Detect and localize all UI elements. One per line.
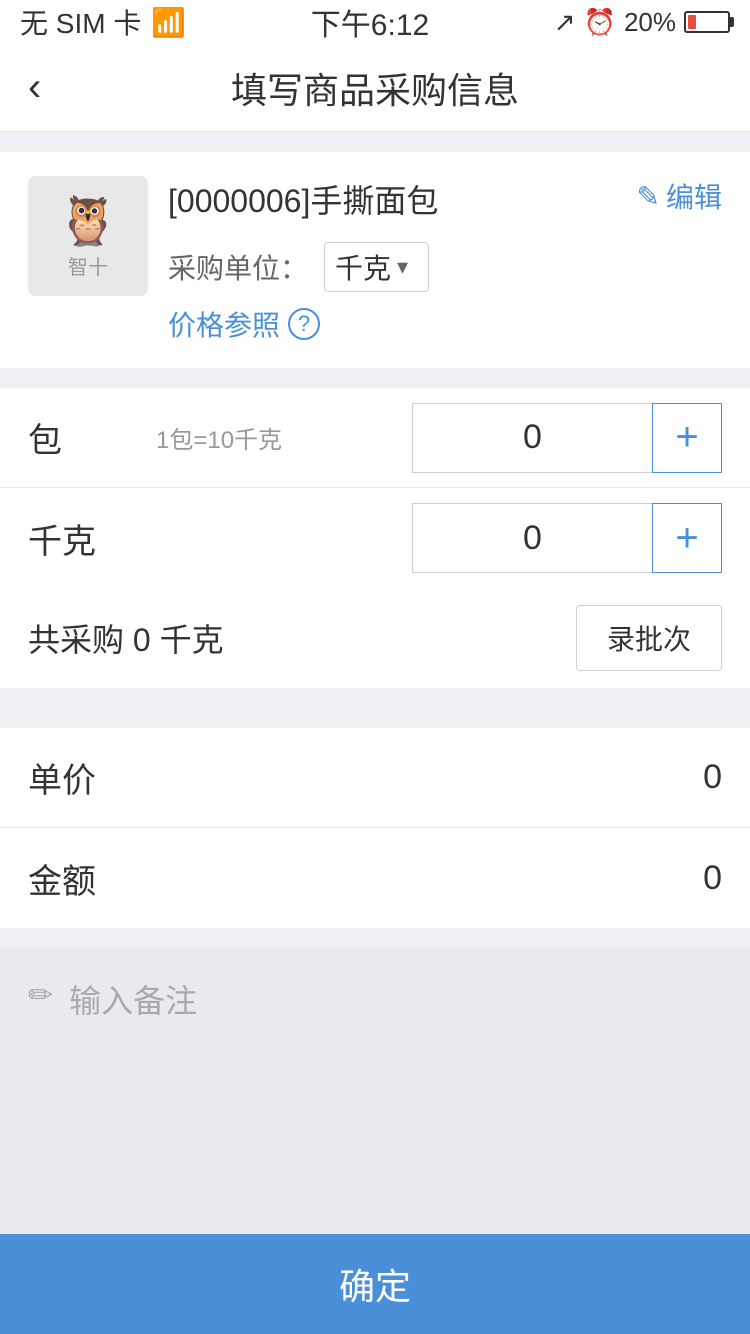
bag-input-right: + [412, 403, 722, 473]
status-time: 下午6:12 [311, 0, 429, 44]
nav-title: 填写商品采购信息 [231, 62, 519, 114]
product-image: 🦉 智十 [28, 176, 148, 296]
kg-label: 千克 [28, 514, 148, 563]
edit-button[interactable]: ✎ 编辑 [637, 176, 722, 216]
unit-value: 千克 [335, 247, 391, 287]
amount-row: 金额 0 [0, 828, 750, 928]
status-right: ↗ ⏰ 20% [554, 7, 730, 38]
back-button[interactable]: ‹ [28, 65, 41, 110]
alarm-icon: ⏰ [584, 7, 616, 38]
product-card: 🦉 智十 [0000006]手撕面包 采购单位： 千克 ▾ 价格参照 ? ✎ 编… [0, 152, 750, 368]
location-icon: ↗ [554, 7, 576, 38]
unit-label: 采购单位： [168, 247, 308, 287]
product-image-text: 智十 [68, 251, 108, 280]
battery-icon [684, 11, 730, 33]
input-section: 包 1包=10千克 + 千克 + [0, 388, 750, 588]
question-icon: ? [288, 308, 320, 340]
wifi-icon: 📶 [151, 6, 186, 39]
section-divider-2 [0, 688, 750, 708]
bag-plus-button[interactable]: + [652, 403, 722, 473]
batch-button[interactable]: 录批次 [576, 605, 722, 671]
edit-icon: ✎ [637, 180, 660, 213]
status-left: 无 SIM 卡 📶 [20, 2, 186, 42]
price-ref[interactable]: 价格参照 ? [168, 304, 722, 344]
bag-plus-icon: + [675, 415, 698, 460]
product-unit-row: 采购单位： 千克 ▾ [168, 242, 722, 292]
nav-bar: ‹ 填写商品采购信息 [0, 44, 750, 132]
chevron-down-icon: ▾ [397, 254, 408, 280]
amount-label: 金额 [28, 854, 96, 903]
bag-sublabel: 1包=10千克 [156, 420, 282, 455]
edit-label: 编辑 [666, 176, 722, 216]
summary-row: 共采购 0 千克 录批次 [0, 588, 750, 688]
confirm-label: 确定 [339, 1258, 411, 1310]
unit-select[interactable]: 千克 ▾ [324, 242, 429, 292]
kg-plus-icon: + [675, 516, 698, 561]
kg-input-right: + [412, 503, 722, 573]
pencil-icon: ✏ [28, 978, 53, 1013]
bag-label: 包 [28, 413, 148, 462]
battery-percent: 20% [624, 7, 676, 38]
price-ref-label: 价格参照 [168, 304, 280, 344]
notes-placeholder: 输入备注 [69, 976, 197, 1022]
status-bar: 无 SIM 卡 📶 下午6:12 ↗ ⏰ 20% [0, 0, 750, 44]
product-owl-icon: 🦉 [58, 192, 118, 249]
summary-text: 共采购 0 千克 [28, 615, 224, 661]
kg-plus-button[interactable]: + [652, 503, 722, 573]
price-section: 单价 0 金额 0 [0, 728, 750, 928]
sim-label: 无 SIM 卡 [20, 2, 141, 42]
unit-price-row: 单价 0 [0, 728, 750, 828]
bag-number-input[interactable] [412, 403, 652, 473]
unit-price-label: 单价 [28, 753, 96, 802]
kg-input-row: 千克 + [0, 488, 750, 588]
amount-value: 0 [703, 859, 722, 898]
confirm-button[interactable]: 确定 [0, 1234, 750, 1334]
bag-input-row: 包 1包=10千克 + [0, 388, 750, 488]
kg-number-input[interactable] [412, 503, 652, 573]
section-divider-1 [0, 368, 750, 388]
unit-price-value: 0 [703, 758, 722, 797]
